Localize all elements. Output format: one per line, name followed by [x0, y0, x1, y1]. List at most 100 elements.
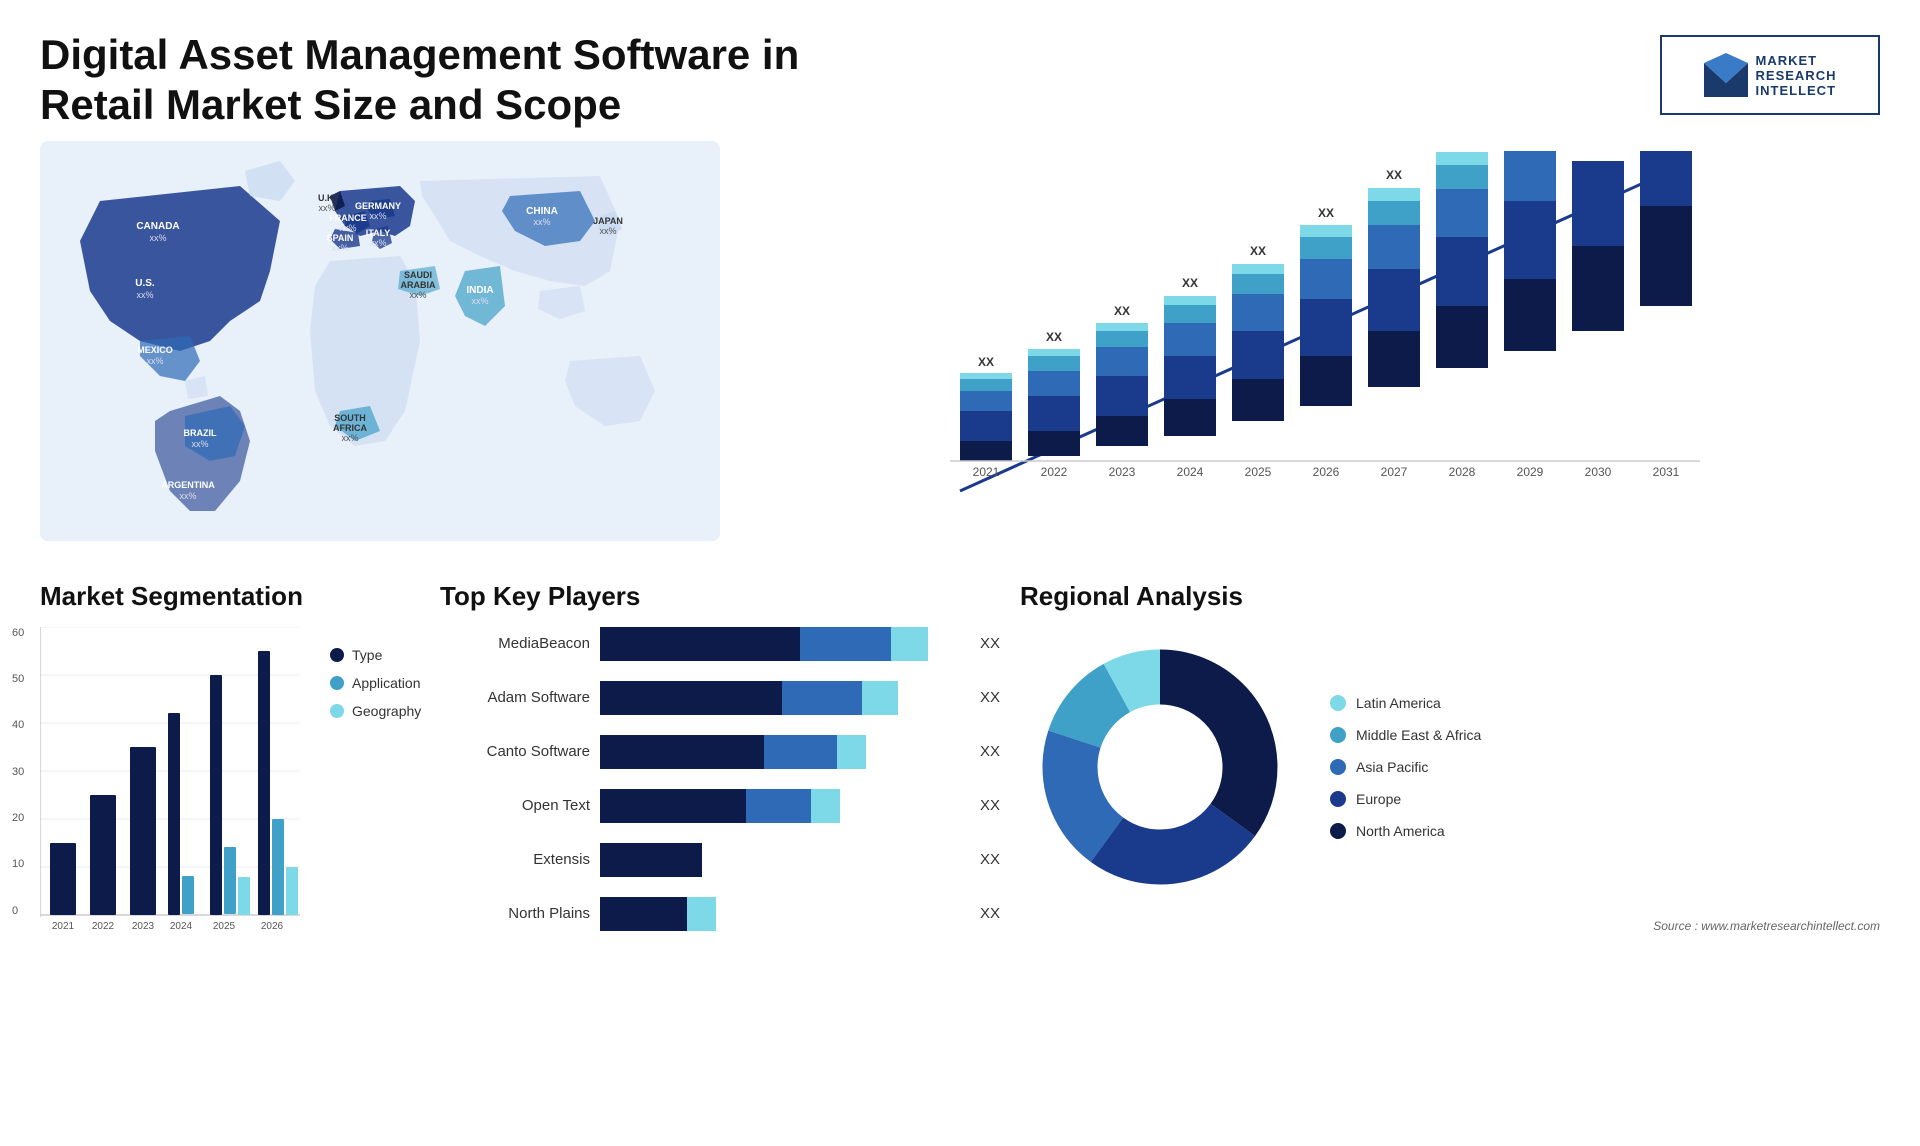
svg-text:SOUTH: SOUTH — [334, 413, 366, 423]
player-value-canto: XX — [980, 743, 1000, 760]
legend-application: Application — [330, 675, 421, 691]
svg-text:ITALY: ITALY — [366, 228, 391, 238]
player-row-adam: Adam Software XX — [440, 681, 1000, 715]
logo-line2: RESEARCH — [1756, 68, 1837, 83]
player-row-northplains: North Plains XX — [440, 897, 1000, 931]
bar-chart-section: XX 2021 XX 2022 XX 2023 — [740, 141, 1880, 561]
player-value-extensis: XX — [980, 851, 1000, 868]
bottom-row: Market Segmentation 60 50 40 30 20 10 0 — [0, 561, 1920, 1111]
player-value-mediabeacon: XX — [980, 635, 1000, 652]
svg-text:2025: 2025 — [213, 921, 236, 932]
svg-text:xx%: xx% — [318, 203, 335, 213]
legend-apac-label: Asia Pacific — [1356, 759, 1428, 775]
player-bar-northplains-seg1 — [600, 897, 687, 931]
source-text: Source : www.marketresearchintellect.com — [1653, 919, 1880, 933]
regional-title: Regional Analysis — [1020, 581, 1880, 612]
legend-geo-dot — [330, 704, 344, 718]
svg-text:2024: 2024 — [1177, 465, 1204, 479]
legend-latin-label: Latin America — [1356, 695, 1441, 711]
svg-text:XX: XX — [1114, 304, 1130, 318]
svg-text:XX: XX — [1318, 206, 1334, 220]
svg-text:XX: XX — [1454, 151, 1470, 154]
svg-text:U.S.: U.S. — [135, 278, 155, 289]
legend-apac-dot — [1330, 759, 1346, 775]
svg-text:MEXICO: MEXICO — [137, 345, 173, 355]
seg-y-0: 0 — [12, 905, 24, 917]
svg-text:xx%: xx% — [191, 439, 208, 449]
svg-text:xx%: xx% — [533, 217, 550, 227]
player-name-opentext: Open Text — [440, 797, 590, 814]
svg-text:xx%: xx% — [599, 226, 616, 236]
svg-text:CHINA: CHINA — [526, 206, 558, 217]
player-bar-northplains-seg2 — [687, 897, 716, 931]
player-bar-extensis — [600, 843, 964, 877]
legend-northam-label: North America — [1356, 823, 1445, 839]
seg-legend: Type Application Geography — [330, 647, 421, 719]
source-area: Source : www.marketresearchintellect.com — [1020, 917, 1880, 935]
svg-text:2021: 2021 — [52, 921, 75, 932]
logo-line1: MARKET — [1756, 53, 1837, 68]
legend-latin: Latin America — [1330, 695, 1481, 711]
player-name-canto: Canto Software — [440, 743, 590, 760]
svg-text:xx%: xx% — [339, 223, 356, 233]
svg-text:SPAIN: SPAIN — [327, 233, 354, 243]
player-bar-opentext-seg1 — [600, 789, 746, 823]
svg-text:2027: 2027 — [1381, 465, 1408, 479]
svg-text:ARGENTINA: ARGENTINA — [161, 480, 215, 490]
svg-text:JAPAN: JAPAN — [593, 216, 623, 226]
player-bar-canto-seg1 — [600, 735, 764, 769]
svg-text:2024: 2024 — [170, 921, 193, 932]
legend-apac: Asia Pacific — [1330, 759, 1481, 775]
svg-text:GERMANY: GERMANY — [355, 201, 401, 211]
svg-text:AFRICA: AFRICA — [333, 423, 367, 433]
svg-text:xx%: xx% — [341, 433, 358, 443]
svg-text:XX: XX — [1046, 330, 1062, 344]
svg-text:xx%: xx% — [409, 290, 426, 300]
legend-latin-dot — [1330, 695, 1346, 711]
player-bar-canto — [600, 735, 964, 769]
player-bar-northplains — [600, 897, 964, 931]
svg-text:xx%: xx% — [179, 491, 196, 501]
svg-text:SAUDI: SAUDI — [404, 270, 432, 280]
top-content: CANADA xx% U.S. xx% MEXICO xx% BRAZIL xx… — [0, 141, 1920, 561]
svg-text:ARABIA: ARABIA — [401, 280, 436, 290]
legend-northam-dot — [1330, 823, 1346, 839]
svg-text:U.K.: U.K. — [318, 193, 336, 203]
svg-text:XX: XX — [1182, 276, 1198, 290]
svg-text:xx%: xx% — [369, 238, 386, 248]
player-bar-extensis-seg1 — [600, 843, 702, 877]
legend-europe-dot — [1330, 791, 1346, 807]
svg-text:2022: 2022 — [92, 921, 115, 932]
svg-text:xx%: xx% — [136, 290, 153, 300]
svg-text:2023: 2023 — [1109, 465, 1136, 479]
segmentation-section: Market Segmentation 60 50 40 30 20 10 0 — [40, 581, 420, 1101]
svg-text:2023: 2023 — [132, 921, 155, 932]
svg-text:2029: 2029 — [1517, 465, 1544, 479]
players-bars: MediaBeacon XX Adam Software XX — [440, 627, 1000, 931]
legend-geography: Geography — [330, 703, 421, 719]
donut-legend: Latin America Middle East & Africa Asia … — [1330, 695, 1481, 839]
seg-y-30: 30 — [12, 766, 24, 778]
regional-section: Regional Analysis Latin — [1020, 581, 1880, 1101]
svg-text:xx%: xx% — [149, 233, 166, 243]
svg-text:INDIA: INDIA — [466, 285, 493, 296]
svg-text:2026: 2026 — [261, 921, 284, 932]
svg-text:2030: 2030 — [1585, 465, 1612, 479]
player-bar-adam-seg2 — [782, 681, 862, 715]
seg-y-20: 20 — [12, 812, 24, 824]
player-bar-adam-seg1 — [600, 681, 782, 715]
svg-text:xx%: xx% — [471, 296, 488, 306]
svg-text:XX: XX — [1250, 244, 1266, 258]
svg-text:2028: 2028 — [1449, 465, 1476, 479]
legend-geo-label: Geography — [352, 703, 421, 719]
map-section: CANADA xx% U.S. xx% MEXICO xx% BRAZIL xx… — [40, 141, 720, 561]
legend-europe-label: Europe — [1356, 791, 1401, 807]
player-value-adam: XX — [980, 689, 1000, 706]
players-title: Top Key Players — [440, 581, 1000, 612]
svg-text:2025: 2025 — [1245, 465, 1272, 479]
legend-type: Type — [330, 647, 421, 663]
svg-text:CANADA: CANADA — [136, 221, 179, 232]
player-bar-canto-seg2 — [764, 735, 837, 769]
player-row-canto: Canto Software XX — [440, 735, 1000, 769]
player-bar-adam — [600, 681, 964, 715]
